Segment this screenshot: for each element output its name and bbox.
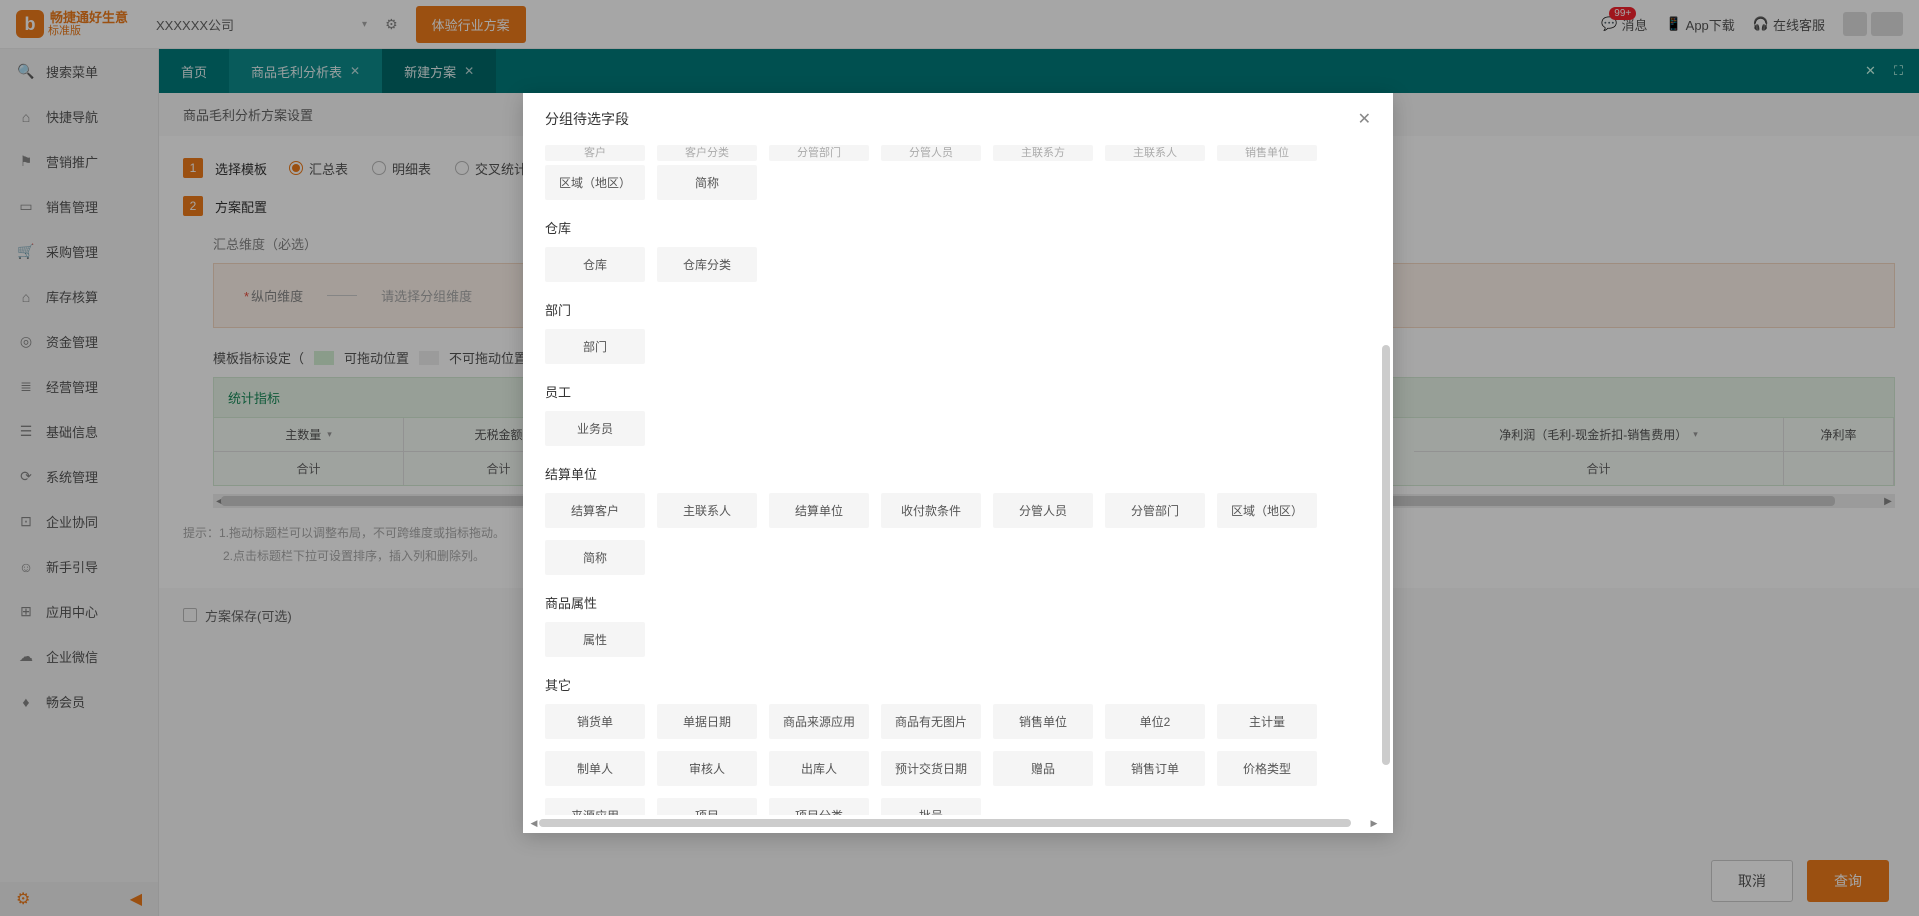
modal-scroll-area[interactable]: 客户客户分类分管部门分管人员主联系方主联系人销售单位 区域（地区）简称 仓库 仓… (545, 145, 1381, 815)
field-selector-modal: 分组待选字段 ✕ 客户客户分类分管部门分管人员主联系方主联系人销售单位 区域（地… (523, 93, 1393, 833)
vertical-scrollbar[interactable] (1381, 145, 1391, 815)
field-chip[interactable]: 收付款条件 (881, 493, 981, 528)
field-chip[interactable]: 销货单 (545, 704, 645, 739)
modal-header: 分组待选字段 ✕ (523, 93, 1393, 145)
field-chip[interactable]: 客户 (545, 145, 645, 161)
field-chip[interactable]: 仓库分类 (657, 247, 757, 282)
field-chip[interactable]: 批号 (881, 798, 981, 815)
chip-row: 属性 (545, 622, 1381, 657)
close-icon[interactable]: ✕ (1358, 109, 1371, 129)
field-chip[interactable]: 业务员 (545, 411, 645, 446)
field-chip[interactable]: 分管人员 (881, 145, 981, 161)
scroll-right-icon[interactable]: ▶ (1367, 817, 1381, 829)
group-title: 其它 (545, 675, 1381, 694)
field-chip[interactable]: 属性 (545, 622, 645, 657)
field-chip[interactable]: 简称 (545, 540, 645, 575)
field-chip[interactable]: 单位2 (1105, 704, 1205, 739)
truncated-row: 客户客户分类分管部门分管人员主联系方主联系人销售单位 (545, 145, 1381, 161)
field-chip[interactable]: 分管部门 (1105, 493, 1205, 528)
field-chip[interactable]: 项目分类 (769, 798, 869, 815)
chip-row: 部门 (545, 329, 1381, 364)
field-chip[interactable]: 简称 (657, 165, 757, 200)
field-chip[interactable]: 分管人员 (993, 493, 1093, 528)
chip-row: 业务员 (545, 411, 1381, 446)
field-chip[interactable]: 部门 (545, 329, 645, 364)
field-chip[interactable]: 出库人 (769, 751, 869, 786)
modal-horizontal-scrollbar[interactable]: ◀ ▶ (527, 817, 1381, 829)
field-chip[interactable]: 预计交货日期 (881, 751, 981, 786)
field-chip[interactable]: 价格类型 (1217, 751, 1317, 786)
field-chip[interactable]: 销售单位 (1217, 145, 1317, 161)
field-chip[interactable]: 主联系方 (993, 145, 1093, 161)
field-chip[interactable]: 区域（地区） (1217, 493, 1317, 528)
field-chip[interactable]: 主联系人 (1105, 145, 1205, 161)
group-title: 仓库 (545, 218, 1381, 237)
field-chip[interactable]: 主计量 (1217, 704, 1317, 739)
scroll-thumb[interactable] (539, 819, 1351, 827)
field-chip[interactable]: 结算单位 (769, 493, 869, 528)
group-title: 员工 (545, 382, 1381, 401)
field-chip[interactable]: 结算客户 (545, 493, 645, 528)
scroll-thumb[interactable] (1382, 345, 1390, 765)
field-chip[interactable]: 客户分类 (657, 145, 757, 161)
chip-row: 仓库仓库分类 (545, 247, 1381, 282)
field-chip[interactable]: 区域（地区） (545, 165, 645, 200)
field-chip[interactable]: 单据日期 (657, 704, 757, 739)
field-chip[interactable]: 赠品 (993, 751, 1093, 786)
field-chip[interactable]: 审核人 (657, 751, 757, 786)
field-chip[interactable]: 销售单位 (993, 704, 1093, 739)
chip-row: 区域（地区） 简称 (545, 165, 1381, 200)
field-chip[interactable]: 商品来源应用 (769, 704, 869, 739)
field-chip[interactable]: 分管部门 (769, 145, 869, 161)
group-title: 商品属性 (545, 593, 1381, 612)
group-title: 结算单位 (545, 464, 1381, 483)
modal-body: 客户客户分类分管部门分管人员主联系方主联系人销售单位 区域（地区）简称 仓库 仓… (523, 145, 1393, 833)
field-chip[interactable]: 来源应用 (545, 798, 645, 815)
chip-row: 销货单单据日期商品来源应用商品有无图片销售单位单位2 主计量制单人审核人出库人预计… (545, 704, 1381, 815)
field-chip[interactable]: 主联系人 (657, 493, 757, 528)
field-chip[interactable]: 商品有无图片 (881, 704, 981, 739)
field-chip[interactable]: 仓库 (545, 247, 645, 282)
modal-title: 分组待选字段 (545, 109, 629, 129)
chip-row: 结算客户主联系人结算单位收付款条件分管人员分管部门区域（地区） 简称 (545, 493, 1381, 575)
field-chip[interactable]: 销售订单 (1105, 751, 1205, 786)
field-chip[interactable]: 制单人 (545, 751, 645, 786)
field-chip[interactable]: 项目 (657, 798, 757, 815)
group-title: 部门 (545, 300, 1381, 319)
